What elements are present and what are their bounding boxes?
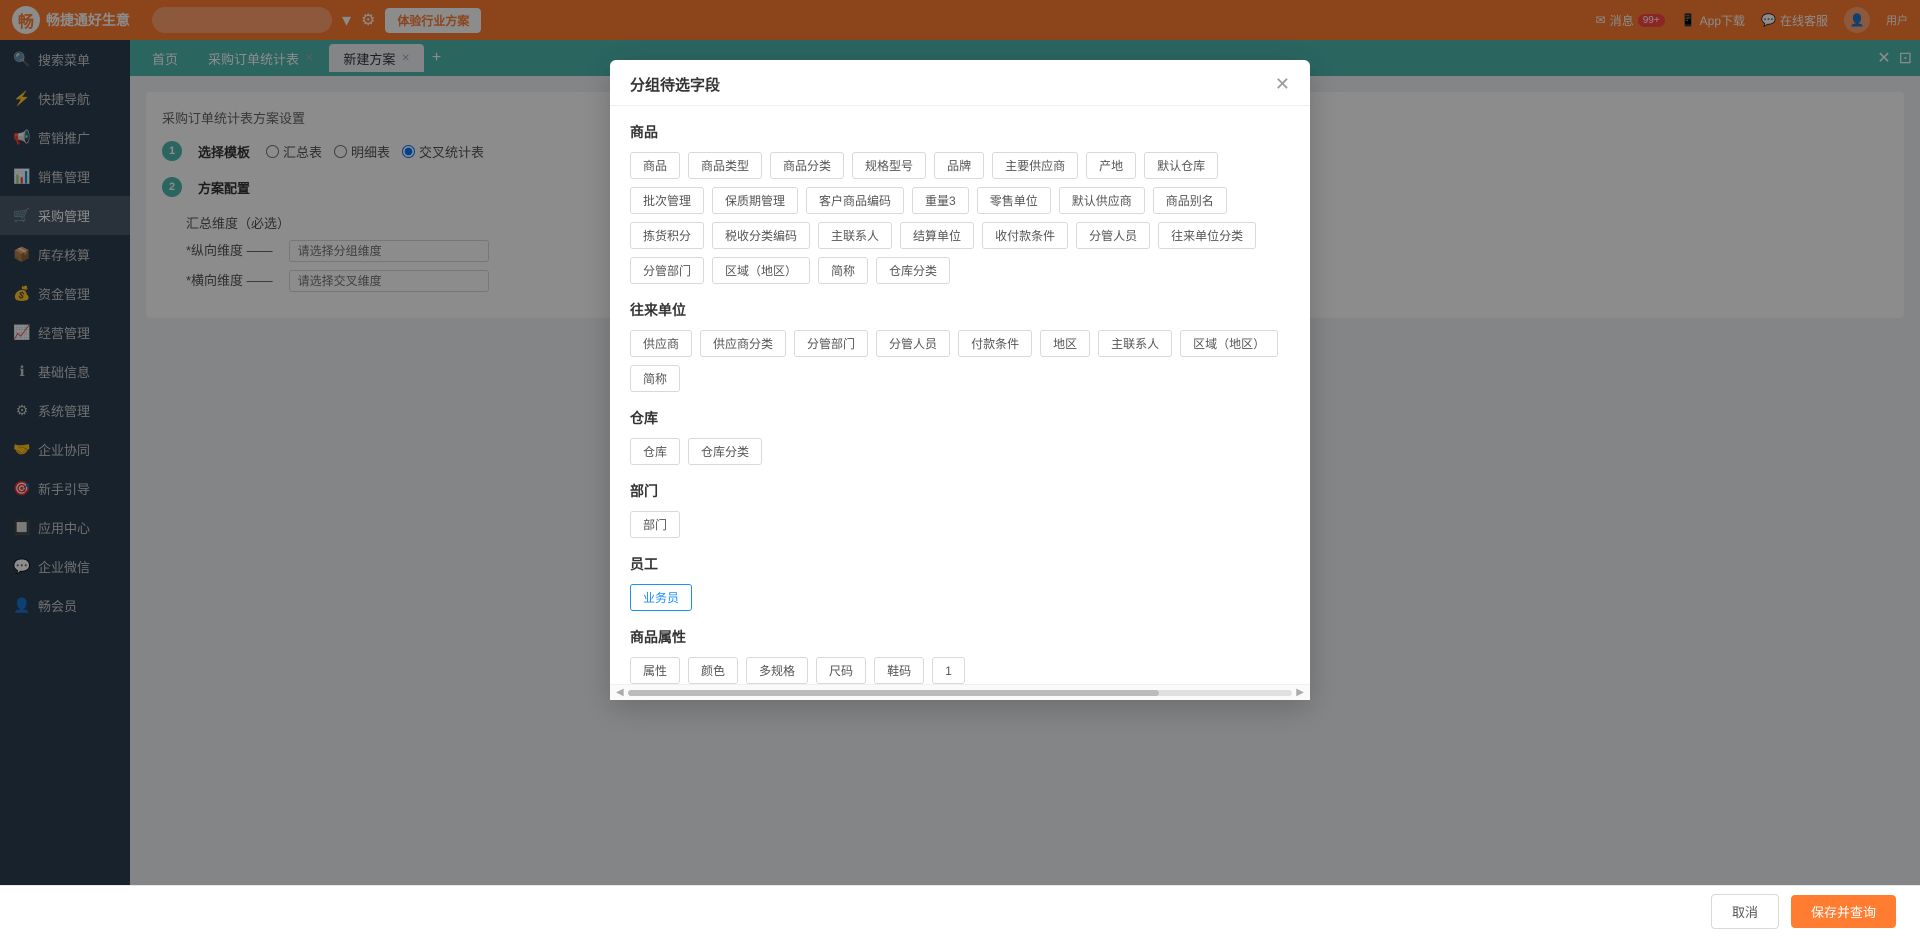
field-tag[interactable]: 产地	[1086, 152, 1136, 179]
field-tag[interactable]: 品牌	[934, 152, 984, 179]
save-button[interactable]: 保存并查询	[1791, 895, 1896, 928]
field-tag[interactable]: 付款条件	[958, 330, 1032, 357]
field-tag[interactable]: 主联系人	[818, 222, 892, 249]
field-tag[interactable]: 属性	[630, 657, 680, 684]
field-tag[interactable]: 鞋码	[874, 657, 924, 684]
modal-dialog: 分组待选字段 ✕ 商品 商品 商品类型 商品分类 规格型号 品牌 主要供应商 产…	[610, 60, 1310, 700]
modal-title: 分组待选字段	[630, 74, 720, 95]
section-title-staff: 员工	[630, 554, 1290, 574]
field-tag[interactable]: 保质期管理	[712, 187, 798, 214]
field-tag[interactable]: 规格型号	[852, 152, 926, 179]
field-tag[interactable]: 1	[932, 657, 965, 684]
field-tag[interactable]: 区域（地区）	[1180, 330, 1278, 357]
bottom-bar: 取消 保存并查询	[0, 885, 1920, 937]
field-tag[interactable]: 仓库	[630, 438, 680, 465]
section-title-partner: 往来单位	[630, 300, 1290, 320]
field-tag[interactable]: 收付款条件	[982, 222, 1068, 249]
section-title-dept: 部门	[630, 481, 1290, 501]
field-tag[interactable]: 重量3	[912, 187, 969, 214]
fields-dept: 部门	[630, 511, 1290, 538]
field-tag[interactable]: 商品分类	[770, 152, 844, 179]
field-tag[interactable]: 供应商	[630, 330, 692, 357]
field-tag[interactable]: 简称	[818, 257, 868, 284]
modal-body[interactable]: 商品 商品 商品类型 商品分类 规格型号 品牌 主要供应商 产地 默认仓库 批次…	[610, 106, 1310, 684]
section-title-warehouse: 仓库	[630, 408, 1290, 428]
field-tag[interactable]: 地区	[1040, 330, 1090, 357]
field-tag-staff[interactable]: 业务员	[630, 584, 692, 611]
field-tag[interactable]: 主联系人	[1098, 330, 1172, 357]
scroll-left-arrow[interactable]: ◀	[612, 687, 628, 698]
field-tag[interactable]: 区域（地区）	[712, 257, 810, 284]
field-tag[interactable]: 零售单位	[977, 187, 1051, 214]
field-tag[interactable]: 客户商品编码	[806, 187, 904, 214]
field-tag[interactable]: 颜色	[688, 657, 738, 684]
h-scrollbar-thumb	[628, 690, 1160, 696]
field-tag[interactable]: 商品	[630, 152, 680, 179]
field-tag[interactable]: 商品类型	[688, 152, 762, 179]
field-tag[interactable]: 多规格	[746, 657, 808, 684]
scroll-right-arrow[interactable]: ▶	[1292, 687, 1308, 698]
field-tag[interactable]: 分管部门	[794, 330, 868, 357]
field-tag[interactable]: 分管部门	[630, 257, 704, 284]
fields-partner: 供应商 供应商分类 分管部门 分管人员 付款条件 地区 主联系人 区域（地区） …	[630, 330, 1290, 392]
fields-warehouse: 仓库 仓库分类	[630, 438, 1290, 465]
field-tag[interactable]: 仓库分类	[876, 257, 950, 284]
field-tag[interactable]: 税收分类编码	[712, 222, 810, 249]
field-tag[interactable]: 商品别名	[1153, 187, 1227, 214]
cancel-button[interactable]: 取消	[1711, 894, 1779, 929]
field-tag[interactable]: 结算单位	[900, 222, 974, 249]
modal-close-icon[interactable]: ✕	[1275, 74, 1290, 95]
field-tag[interactable]: 分管人员	[1076, 222, 1150, 249]
field-tag[interactable]: 批次管理	[630, 187, 704, 214]
fields-goods: 商品 商品类型 商品分类 规格型号 品牌 主要供应商 产地 默认仓库 批次管理 …	[630, 152, 1290, 284]
section-title-attr: 商品属性	[630, 627, 1290, 647]
field-tag[interactable]: 主要供应商	[992, 152, 1078, 179]
modal-header: 分组待选字段 ✕	[610, 60, 1310, 106]
h-scrollbar[interactable]	[628, 690, 1293, 696]
field-tag[interactable]: 供应商分类	[700, 330, 786, 357]
field-tag[interactable]: 尺码	[816, 657, 866, 684]
field-tag[interactable]: 简称	[630, 365, 680, 392]
field-tag[interactable]: 部门	[630, 511, 680, 538]
modal-scroll-footer[interactable]: ◀ ▶	[610, 684, 1310, 700]
fields-attr: 属性 颜色 多规格 尺码 鞋码 1	[630, 657, 1290, 684]
fields-staff: 业务员	[630, 584, 1290, 611]
field-tag[interactable]: 默认供应商	[1059, 187, 1145, 214]
field-tag[interactable]: 默认仓库	[1144, 152, 1218, 179]
modal-overlay: 分组待选字段 ✕ 商品 商品 商品类型 商品分类 规格型号 品牌 主要供应商 产…	[0, 0, 1920, 937]
field-tag[interactable]: 往来单位分类	[1158, 222, 1256, 249]
field-tag[interactable]: 拣货积分	[630, 222, 704, 249]
field-tag[interactable]: 分管人员	[876, 330, 950, 357]
field-tag[interactable]: 仓库分类	[688, 438, 762, 465]
section-title-goods: 商品	[630, 122, 1290, 142]
